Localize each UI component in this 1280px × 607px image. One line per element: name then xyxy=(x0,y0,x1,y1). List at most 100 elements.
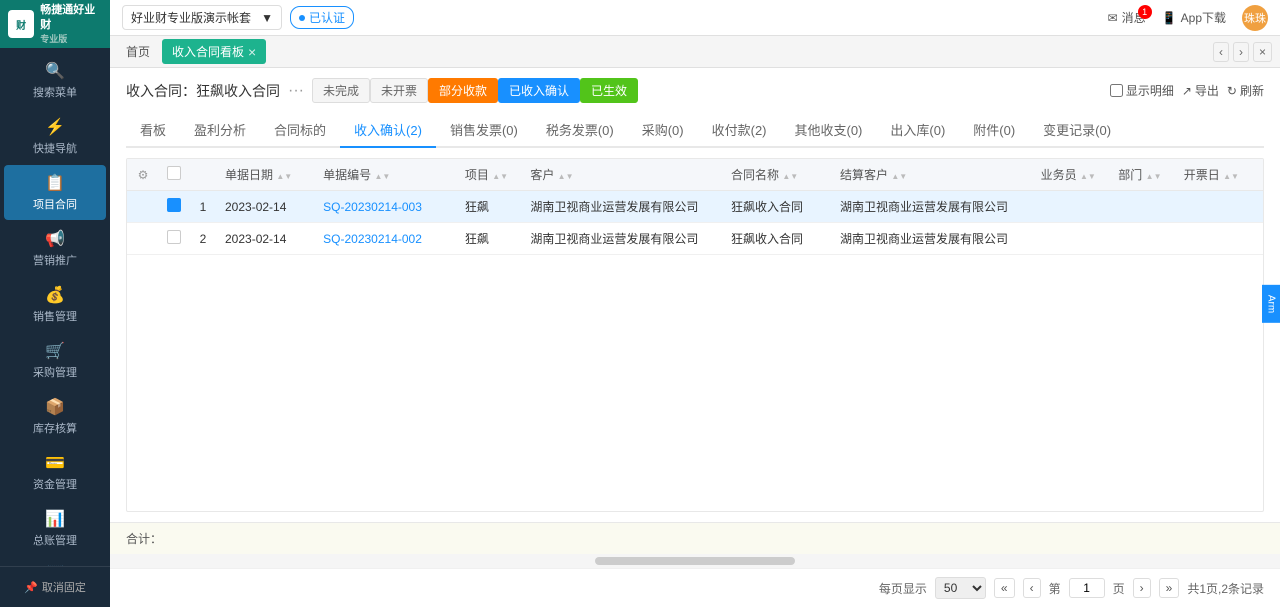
opendate-header[interactable]: 开票日 ▲▼ xyxy=(1176,159,1263,191)
subtab-10[interactable]: 附件(0) xyxy=(959,113,1029,148)
sidebar-label-0: 搜索菜单 xyxy=(33,84,77,100)
subtab-0[interactable]: 看板 xyxy=(126,113,180,148)
company-selector[interactable]: 好业财专业版演示帐套 ▼ xyxy=(122,5,282,30)
dept-header[interactable]: 部门 ▲▼ xyxy=(1110,159,1175,191)
show-detail-input[interactable] xyxy=(1110,84,1123,97)
sidebar-label-8: 总账管理 xyxy=(33,532,77,548)
refresh-button[interactable]: ↻ 刷新 xyxy=(1227,82,1264,99)
sidebar-item-5[interactable]: 🛒采购管理 xyxy=(4,333,106,388)
first-page-button[interactable]: « xyxy=(994,578,1015,598)
tab-prev-button[interactable]: ‹ xyxy=(1213,42,1229,62)
row-docno-0[interactable]: SQ-20230214-003 xyxy=(315,191,457,223)
row-checkbox-0[interactable] xyxy=(159,191,189,223)
tab-navigation: ‹ › × xyxy=(1213,42,1272,62)
tab-close-all-button[interactable]: × xyxy=(1253,42,1272,62)
row-num-1: 2 xyxy=(189,223,217,255)
app-download-button[interactable]: 📱 App下载 xyxy=(1162,9,1226,26)
selector-arrow: ▼ xyxy=(261,11,273,25)
date-header[interactable]: 单据日期 ▲▼ xyxy=(217,159,315,191)
right-panel-button[interactable]: Arm xyxy=(1262,284,1280,322)
subtab-8[interactable]: 其他收支(0) xyxy=(781,113,877,148)
subtab-11[interactable]: 变更记录(0) xyxy=(1029,113,1125,148)
status-btn-1[interactable]: 未开票 xyxy=(370,78,428,103)
next-page-button[interactable]: › xyxy=(1133,578,1151,598)
tab-next-button[interactable]: › xyxy=(1233,42,1249,62)
page-input[interactable] xyxy=(1069,578,1105,598)
data-table: ⚙ 单据日期 ▲▼ 单据编号 xyxy=(127,159,1263,255)
per-page-select[interactable]: 2050100 xyxy=(935,577,986,599)
prev-page-button[interactable]: ‹ xyxy=(1023,578,1041,598)
sidebar-item-8[interactable]: 📊总账管理 xyxy=(4,501,106,556)
row-opendate-1 xyxy=(1176,223,1263,255)
dept-sort[interactable]: ▲▼ xyxy=(1146,173,1162,181)
settings-icon[interactable]: ⚙ xyxy=(138,168,149,182)
select-all-checkbox[interactable] xyxy=(167,166,181,180)
subtab-6[interactable]: 采购(0) xyxy=(628,113,698,148)
tab-close-button[interactable]: × xyxy=(248,44,256,60)
sidebar-item-0[interactable]: 🔍搜索菜单 xyxy=(4,53,106,108)
salesperson-sort[interactable]: ▲▼ xyxy=(1080,173,1096,181)
row-contract-1: 狂飙收入合同 xyxy=(723,223,832,255)
home-tab[interactable]: 首页 xyxy=(118,36,158,68)
status-btn-4[interactable]: 已生效 xyxy=(580,78,638,103)
active-tab[interactable]: 收入合同看板 × xyxy=(162,39,266,64)
status-btn-0[interactable]: 未完成 xyxy=(312,78,370,103)
status-btn-3[interactable]: 已收入确认 xyxy=(498,78,580,103)
right-panel: Arm xyxy=(1262,284,1280,322)
customer-sort[interactable]: ▲▼ xyxy=(558,173,574,181)
docno-sort[interactable]: ▲▼ xyxy=(375,173,391,181)
table-row[interactable]: 2 2023-02-14 SQ-20230214-002 狂飙 湖南卫视商业运营… xyxy=(127,223,1263,255)
last-page-button[interactable]: » xyxy=(1159,578,1180,598)
settlement-header[interactable]: 结算客户 ▲▼ xyxy=(832,159,1033,191)
content-area: 收入合同：狂飙收入合同 ··· 未完成未开票部分收款已收入确认已生效 显示明细 … xyxy=(110,68,1280,607)
sidebar: 财 畅捷通好业财 专业版 🔍搜索菜单⚡快捷导航📋项目合同📢营销推广💰销售管理🛒采… xyxy=(0,0,110,607)
scroll-thumb[interactable] xyxy=(595,557,795,565)
salesperson-header[interactable]: 业务员 ▲▼ xyxy=(1033,159,1111,191)
status-btn-2[interactable]: 部分收款 xyxy=(428,78,498,103)
sidebar-bottom: 📌 取消固定 xyxy=(0,566,110,607)
sidebar-item-1[interactable]: ⚡快捷导航 xyxy=(4,109,106,164)
unpin-button[interactable]: 📌 取消固定 xyxy=(8,575,102,599)
subtab-1[interactable]: 盈利分析 xyxy=(180,113,260,148)
sidebar-item-7[interactable]: 💳资金管理 xyxy=(4,445,106,500)
subtab-2[interactable]: 合同标的 xyxy=(260,113,340,148)
sidebar-item-3[interactable]: 📢营销推广 xyxy=(4,221,106,276)
export-button[interactable]: ↗ 导出 xyxy=(1182,82,1219,99)
more-options-button[interactable]: ··· xyxy=(288,82,304,100)
show-detail-checkbox[interactable]: 显示明细 xyxy=(1110,82,1174,99)
subtab-5[interactable]: 税务发票(0) xyxy=(532,113,628,148)
row-project-0: 狂飙 xyxy=(457,191,522,223)
contract-header[interactable]: 合同名称 ▲▼ xyxy=(723,159,832,191)
row-settings-0[interactable] xyxy=(127,191,159,223)
sidebar-label-1: 快捷导航 xyxy=(33,140,77,156)
subtab-3[interactable]: 收入确认(2) xyxy=(340,113,436,148)
settlement-sort[interactable]: ▲▼ xyxy=(891,173,907,181)
subtab-4[interactable]: 销售发票(0) xyxy=(436,113,532,148)
row-settings-1[interactable] xyxy=(127,223,159,255)
row-checkbox-1[interactable] xyxy=(159,223,189,255)
project-sort[interactable]: ▲▼ xyxy=(492,173,508,181)
subtab-9[interactable]: 出入库(0) xyxy=(876,113,959,148)
sidebar-item-6[interactable]: 📦库存核算 xyxy=(4,389,106,444)
table-row[interactable]: 1 2023-02-14 SQ-20230214-003 狂飙 湖南卫视商业运营… xyxy=(127,191,1263,223)
date-sort[interactable]: ▲▼ xyxy=(276,173,292,181)
opendate-sort[interactable]: ▲▼ xyxy=(1223,173,1239,181)
data-table-wrap[interactable]: ⚙ 单据日期 ▲▼ 单据编号 xyxy=(126,158,1264,512)
sidebar-item-9[interactable]: 🧾发票管理 xyxy=(4,557,106,566)
docno-header[interactable]: 单据编号 ▲▼ xyxy=(315,159,457,191)
user-avatar[interactable]: 珠珠 xyxy=(1242,5,1268,31)
content-inner: 收入合同：狂飙收入合同 ··· 未完成未开票部分收款已收入确认已生效 显示明细 … xyxy=(110,68,1280,522)
project-header[interactable]: 项目 ▲▼ xyxy=(457,159,522,191)
contract-sort[interactable]: ▲▼ xyxy=(782,173,798,181)
scroll-bar[interactable] xyxy=(110,554,1280,568)
subtab-7[interactable]: 收付款(2) xyxy=(698,113,781,148)
sidebar-item-4[interactable]: 💰销售管理 xyxy=(4,277,106,332)
header-actions: 显示明细 ↗ 导出 ↻ 刷新 xyxy=(1110,82,1264,99)
active-tab-label: 收入合同看板 xyxy=(172,43,244,60)
verified-label: 已认证 xyxy=(309,9,345,26)
sidebar-item-2[interactable]: 📋项目合同 xyxy=(4,165,106,220)
message-button[interactable]: ✉ 1 消息 xyxy=(1108,9,1146,26)
customer-header[interactable]: 客户 ▲▼ xyxy=(522,159,723,191)
message-count: 1 xyxy=(1138,5,1152,19)
row-docno-1[interactable]: SQ-20230214-002 xyxy=(315,223,457,255)
